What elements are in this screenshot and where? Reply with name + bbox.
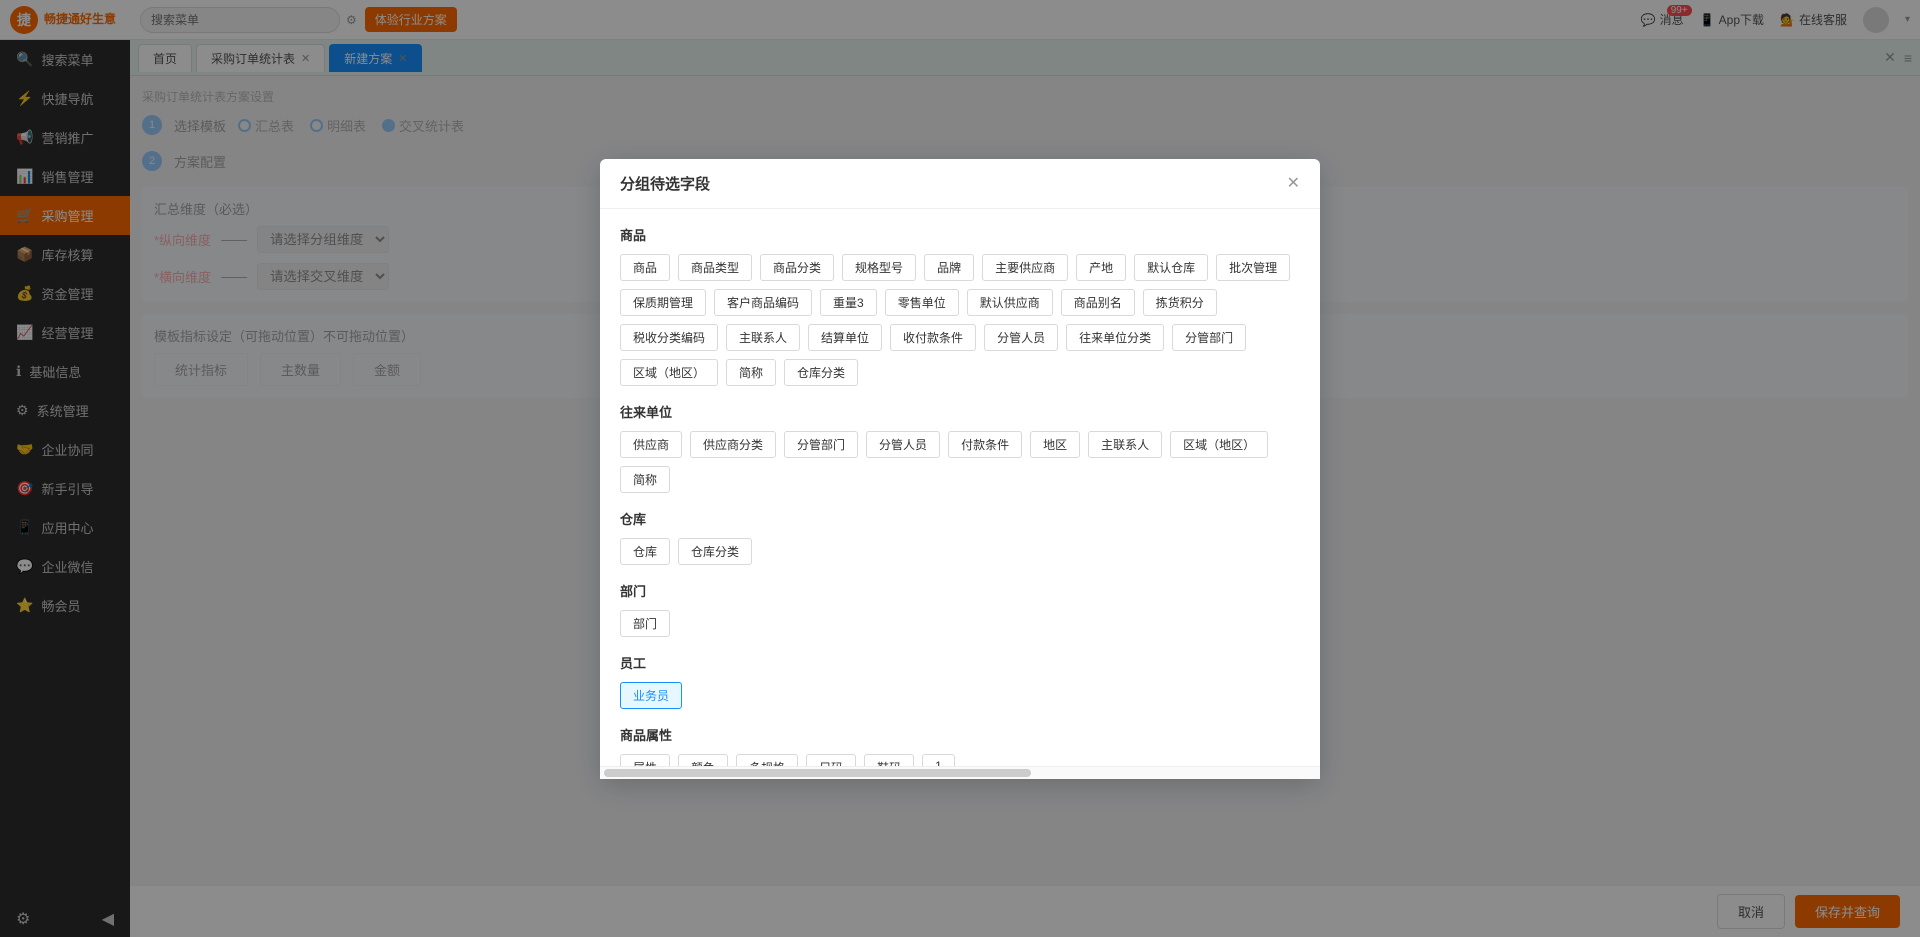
scroll-thumb xyxy=(604,769,1031,777)
section-goods-label: 商品 xyxy=(620,225,1300,244)
field-tag-region[interactable]: 区域（地区） xyxy=(620,359,718,386)
section-goods-attr: 商品属性 属性 颜色 多规格 尺码 鞋码 1 xyxy=(620,725,1300,767)
field-tag-size[interactable]: 尺码 xyxy=(806,754,856,767)
field-tag-cp-person[interactable]: 分管人员 xyxy=(866,431,940,458)
field-tag-cp-region[interactable]: 区域（地区） xyxy=(1170,431,1268,458)
field-tag-spec-model[interactable]: 规格型号 xyxy=(842,254,916,281)
field-tag-area[interactable]: 地区 xyxy=(1030,431,1080,458)
field-tag-main-contact[interactable]: 主联系人 xyxy=(726,324,800,351)
field-tag-color[interactable]: 颜色 xyxy=(678,754,728,767)
field-tag-goods[interactable]: 商品 xyxy=(620,254,670,281)
field-tag-retail-unit[interactable]: 零售单位 xyxy=(885,289,959,316)
field-tag-expiry-mgmt[interactable]: 保质期管理 xyxy=(620,289,706,316)
section-staff: 员工 业务员 xyxy=(620,653,1300,709)
field-tag-dept-in-charge[interactable]: 分管部门 xyxy=(1172,324,1246,351)
field-tag-brand[interactable]: 品牌 xyxy=(924,254,974,281)
field-tag-wh-category[interactable]: 仓库分类 xyxy=(678,538,752,565)
section-counterparty-label: 往来单位 xyxy=(620,402,1300,421)
goods-attr-field-tags: 属性 颜色 多规格 尺码 鞋码 1 xyxy=(620,754,1300,767)
section-counterparty: 往来单位 供应商 供应商分类 分管部门 分管人员 付款条件 地区 主联系人 区域… xyxy=(620,402,1300,493)
field-tag-settlement-unit[interactable]: 结算单位 xyxy=(808,324,882,351)
field-tag-default-warehouse[interactable]: 默认仓库 xyxy=(1134,254,1208,281)
field-tag-default-supplier[interactable]: 默认供应商 xyxy=(967,289,1053,316)
field-tag-cp-main-contact[interactable]: 主联系人 xyxy=(1088,431,1162,458)
modal-header: 分组待选字段 ✕ xyxy=(600,159,1320,209)
section-warehouse: 仓库 仓库 仓库分类 xyxy=(620,509,1300,565)
field-tag-goods-type[interactable]: 商品类型 xyxy=(678,254,752,281)
warehouse-field-tags: 仓库 仓库分类 xyxy=(620,538,1300,565)
field-tag-salesperson[interactable]: 业务员 xyxy=(620,682,682,709)
goods-field-tags: 商品 商品类型 商品分类 规格型号 品牌 主要供应商 产地 默认仓库 批次管理 … xyxy=(620,254,1300,386)
field-tag-tax-code[interactable]: 税收分类编码 xyxy=(620,324,718,351)
field-tag-shoe-size[interactable]: 鞋码 xyxy=(864,754,914,767)
modal-scroll-track[interactable] xyxy=(600,766,1320,778)
field-tag-dept[interactable]: 部门 xyxy=(620,610,670,637)
field-tag-goods-alias[interactable]: 商品别名 xyxy=(1061,289,1135,316)
field-tag-counterparty-category[interactable]: 往来单位分类 xyxy=(1066,324,1164,351)
section-dept: 部门 部门 xyxy=(620,581,1300,637)
field-tag-weight[interactable]: 重量3 xyxy=(820,289,877,316)
counterparty-field-tags: 供应商 供应商分类 分管部门 分管人员 付款条件 地区 主联系人 区域（地区） … xyxy=(620,431,1300,493)
modal-title: 分组待选字段 xyxy=(620,173,710,194)
field-tag-goods-category[interactable]: 商品分类 xyxy=(760,254,834,281)
field-tag-abbr[interactable]: 简称 xyxy=(726,359,776,386)
section-goods: 商品 商品 商品类型 商品分类 规格型号 品牌 主要供应商 产地 默认仓库 批次… xyxy=(620,225,1300,386)
section-staff-label: 员工 xyxy=(620,653,1300,672)
field-selection-modal: 分组待选字段 ✕ 商品 商品 商品类型 商品分类 规格型号 品牌 主要供应商 产… xyxy=(600,159,1320,779)
field-tag-cp-dept[interactable]: 分管部门 xyxy=(784,431,858,458)
field-tag-customer-code[interactable]: 客户商品编码 xyxy=(714,289,812,316)
modal-body: 商品 商品 商品类型 商品分类 规格型号 品牌 主要供应商 产地 默认仓库 批次… xyxy=(600,209,1320,767)
field-tag-main-supplier[interactable]: 主要供应商 xyxy=(982,254,1068,281)
field-tag-origin[interactable]: 产地 xyxy=(1076,254,1126,281)
field-tag-warehouse-category[interactable]: 仓库分类 xyxy=(784,359,858,386)
field-tag-attribute[interactable]: 属性 xyxy=(620,754,670,767)
section-warehouse-label: 仓库 xyxy=(620,509,1300,528)
field-tag-warehouse[interactable]: 仓库 xyxy=(620,538,670,565)
field-tag-payment-condition[interactable]: 付款条件 xyxy=(948,431,1022,458)
field-tag-batch-mgmt[interactable]: 批次管理 xyxy=(1216,254,1290,281)
field-tag-payment-terms[interactable]: 收付款条件 xyxy=(890,324,976,351)
modal-close-btn[interactable]: ✕ xyxy=(1287,173,1300,193)
field-tag-pick-points[interactable]: 拣货积分 xyxy=(1143,289,1217,316)
staff-field-tags: 业务员 xyxy=(620,682,1300,709)
dept-field-tags: 部门 xyxy=(620,610,1300,637)
field-tag-attr-1[interactable]: 1 xyxy=(922,754,955,767)
section-dept-label: 部门 xyxy=(620,581,1300,600)
section-goods-attr-label: 商品属性 xyxy=(620,725,1300,744)
field-tag-supplier[interactable]: 供应商 xyxy=(620,431,682,458)
field-tag-person-in-charge[interactable]: 分管人员 xyxy=(984,324,1058,351)
field-tag-supplier-category[interactable]: 供应商分类 xyxy=(690,431,776,458)
field-tag-multi-spec[interactable]: 多规格 xyxy=(736,754,798,767)
field-tag-cp-abbr[interactable]: 简称 xyxy=(620,466,670,493)
